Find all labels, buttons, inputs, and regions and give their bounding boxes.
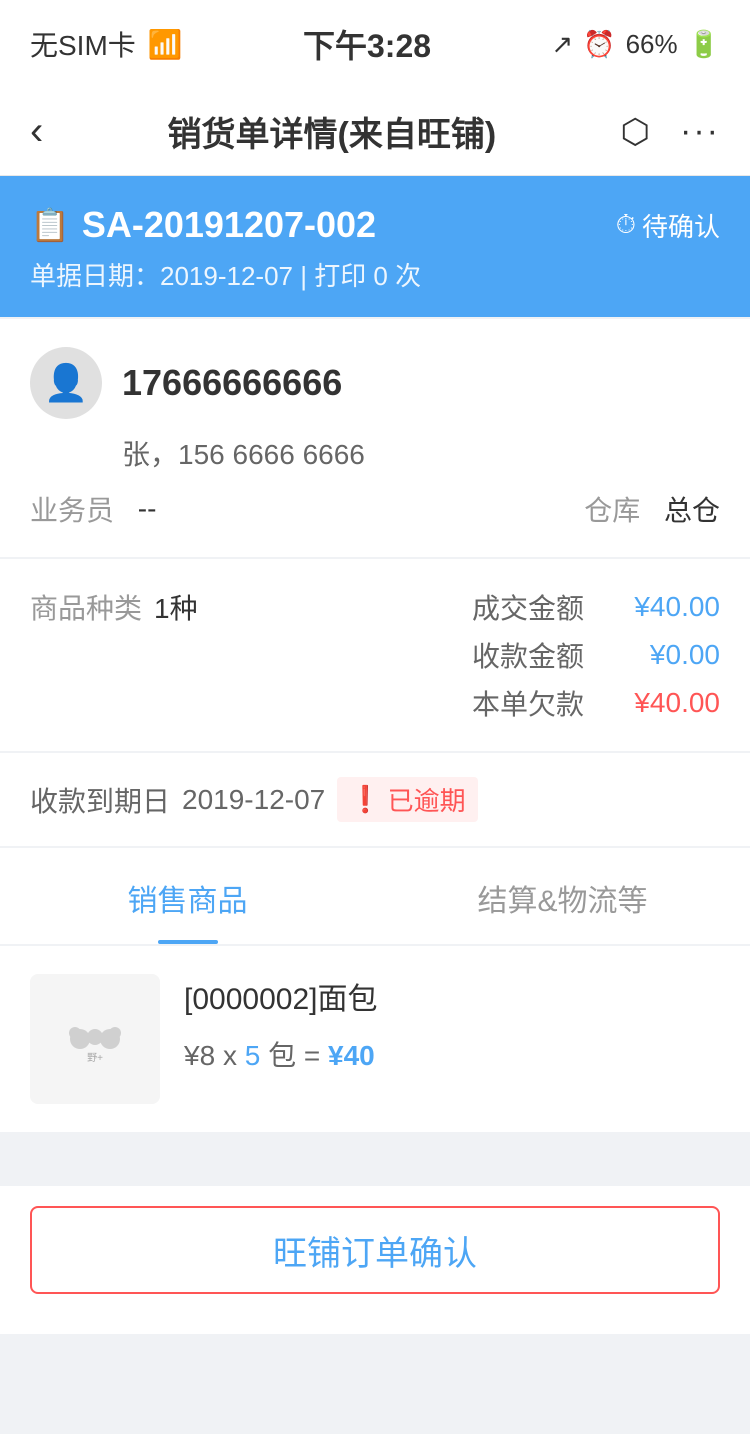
order-status: ⏱ 待确认	[616, 207, 720, 244]
salesperson-divider	[122, 493, 130, 525]
status-bar-left: 无SIM卡 📶	[30, 24, 183, 64]
confirm-button[interactable]: 旺铺订单确认	[30, 1206, 720, 1294]
product-price: ¥8 x 5 包 = ¥40	[184, 1034, 720, 1074]
due-date-value: 2019-12-07	[182, 784, 325, 816]
product-type-section: 商品种类 1种	[30, 587, 198, 627]
tab-sales-products[interactable]: 销售商品	[0, 848, 375, 944]
product-type-value: 1种	[154, 587, 198, 627]
warehouse-value: 总仓	[664, 489, 720, 529]
overdue-badge: ❗ 已逾期	[337, 777, 477, 822]
product-card: 野+ [0000002]面包 ¥8 x 5 包 = ¥40	[0, 946, 750, 1132]
battery-icon: 🔋	[688, 29, 720, 60]
order-date: 单据日期：2019-12-07 | 打印 0 次	[30, 256, 720, 293]
clock-icon: ⏱	[616, 209, 636, 241]
salesperson-label: 业务员	[30, 489, 114, 529]
status-bar: 无SIM卡 📶 下午3:28 ↗ ⏰ 66% 🔋	[0, 0, 750, 88]
location-icon: ↗	[551, 29, 573, 60]
amounts-section: 成交金额 ¥40.00 收款金额 ¥0.00 本单欠款 ¥40.00	[472, 587, 720, 723]
product-info: [0000002]面包 ¥8 x 5 包 = ¥40	[184, 974, 720, 1074]
order-icon: 📋	[30, 206, 70, 244]
amount-value: ¥40.00	[600, 591, 720, 623]
svg-text:野+: 野+	[87, 1052, 103, 1064]
owed-label: 本单欠款	[472, 683, 584, 723]
alarm-icon: ⏰	[583, 29, 615, 60]
due-date-card: 收款到期日 2019-12-07 ❗ 已逾期	[0, 753, 750, 846]
warning-icon: ❗	[349, 784, 381, 815]
product-type-label: 商品种类	[30, 587, 142, 627]
due-date-label: 收款到期日	[30, 780, 170, 820]
customer-card: 👤 17666666666 张，156 6666 6666 业务员 -- 仓库 …	[0, 319, 750, 557]
page-title: 销货单详情(来自旺铺)	[168, 107, 497, 156]
nav-bar: ‹ 销货单详情(来自旺铺) ⬡ ···	[0, 88, 750, 176]
header-card: 📋 SA-20191207-002 ⏱ 待确认 单据日期：2019-12-07 …	[0, 176, 750, 317]
share-icon[interactable]: ⬡	[620, 112, 650, 152]
tabs: 销售商品 结算&物流等	[0, 848, 750, 944]
warehouse-label: 仓库	[584, 489, 640, 529]
no-sim-text: 无SIM卡	[30, 24, 136, 64]
customer-name: 张，156 6666 6666	[30, 433, 720, 473]
owed-value: ¥40.00	[600, 687, 720, 719]
summary-card: 商品种类 1种 成交金额 ¥40.00 收款金额 ¥0.00 本单欠款 ¥40.…	[0, 559, 750, 751]
amount-label: 成交金额	[472, 587, 584, 627]
status-bar-right: ↗ ⏰ 66% 🔋	[551, 29, 720, 60]
person-icon: 👤	[44, 362, 89, 404]
product-name: [0000002]面包	[184, 974, 720, 1018]
avatar: 👤	[30, 347, 102, 419]
status-bar-time: 下午3:28	[303, 21, 431, 67]
salesperson-value: --	[138, 493, 157, 525]
warehouse-divider	[648, 493, 656, 525]
nav-actions: ⬡ ···	[620, 112, 720, 152]
tab-settlement[interactable]: 结算&物流等	[375, 848, 750, 944]
battery-text: 66%	[626, 29, 678, 60]
wifi-icon: 📶	[148, 28, 183, 61]
price-unit: ¥8	[184, 1040, 215, 1071]
product-thumbnail: 野+	[30, 974, 160, 1104]
product-qty: 5	[245, 1040, 261, 1071]
order-number: 📋 SA-20191207-002	[30, 204, 376, 246]
customer-meta: 业务员 -- 仓库 总仓	[30, 489, 720, 529]
product-total: ¥40	[328, 1040, 375, 1071]
back-button[interactable]: ‹	[30, 109, 43, 154]
product-unit: 包	[268, 1040, 296, 1071]
customer-phone: 17666666666	[122, 362, 342, 404]
received-label: 收款金额	[472, 635, 584, 675]
bottom-bar: 旺铺订单确认	[0, 1186, 750, 1334]
more-icon[interactable]: ···	[680, 112, 720, 151]
received-value: ¥0.00	[600, 639, 720, 671]
